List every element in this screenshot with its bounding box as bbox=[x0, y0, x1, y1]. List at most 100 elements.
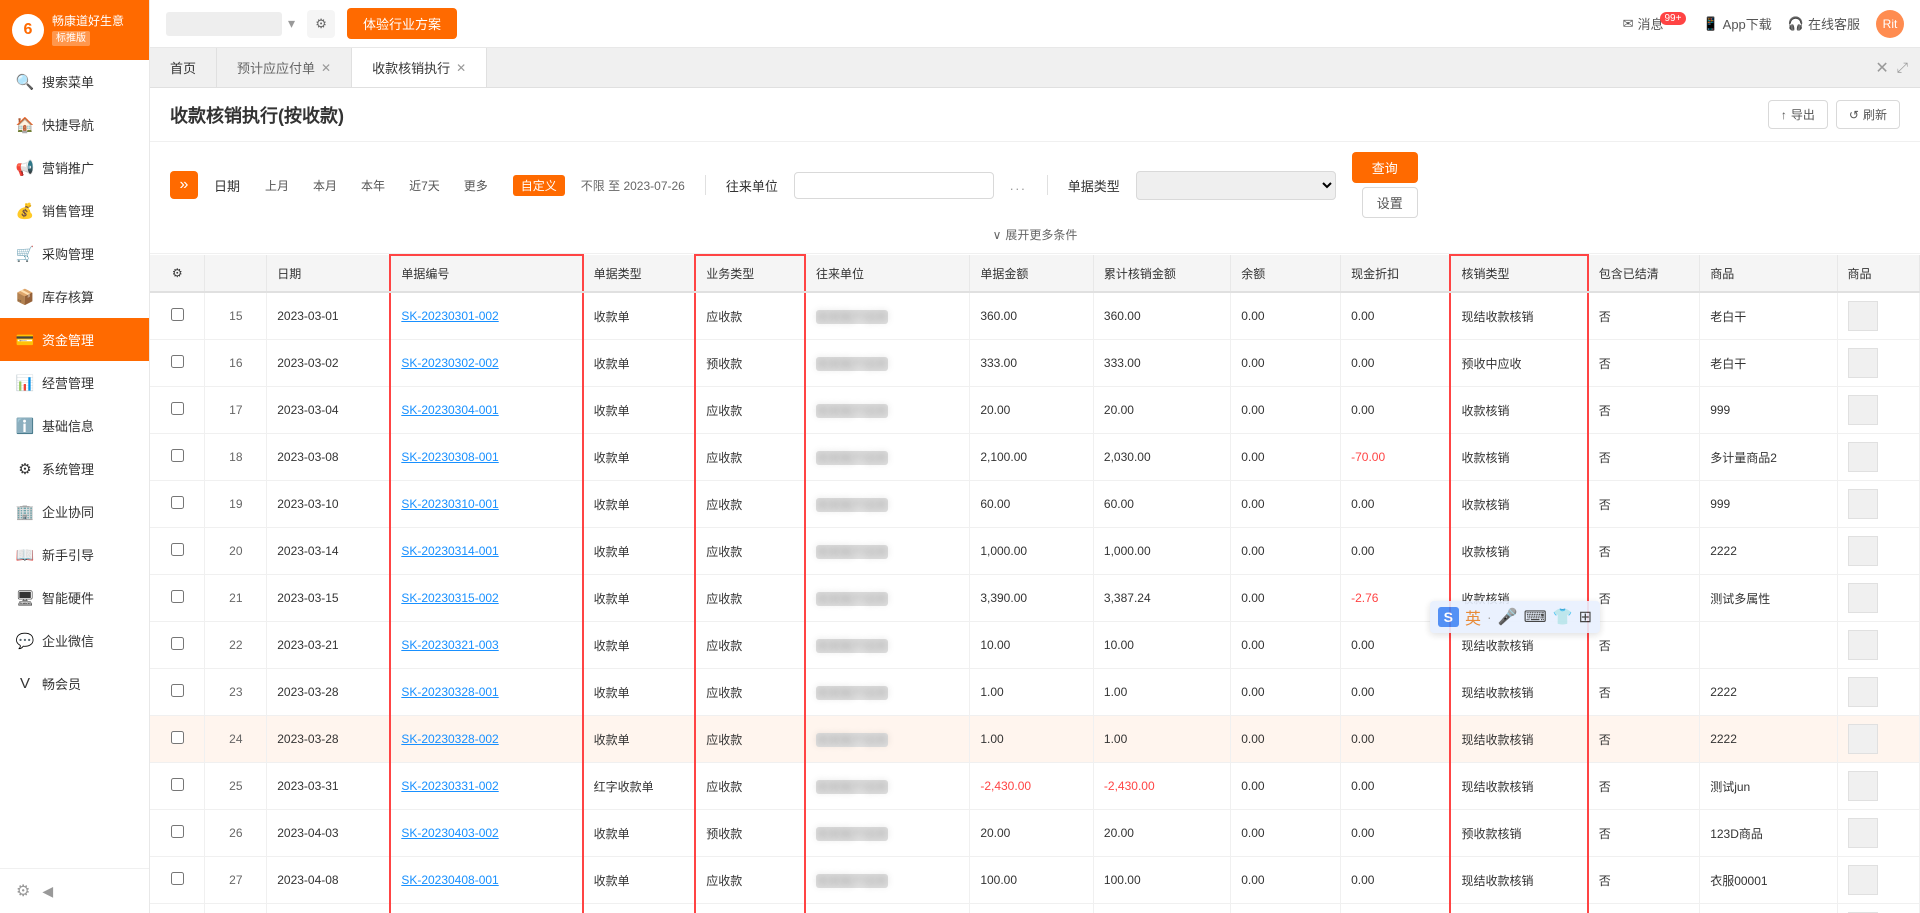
row-checkbox[interactable] bbox=[171, 590, 184, 603]
sidebar-item-system[interactable]: ⚙系统管理 bbox=[0, 447, 149, 490]
doc-no-cell[interactable]: SK-20230408-001 bbox=[390, 857, 582, 904]
filter-toggle-btn[interactable]: » bbox=[170, 171, 198, 199]
sidebar-item-marketing[interactable]: 📢营销推广 bbox=[0, 146, 149, 189]
tab-collection[interactable]: 收款核销执行✕ bbox=[352, 48, 487, 87]
row-checkbox[interactable] bbox=[171, 449, 184, 462]
row-checkbox[interactable] bbox=[171, 872, 184, 885]
date-option-本年[interactable]: 本年 bbox=[352, 173, 394, 198]
sidebar-item-hardware[interactable]: 🖥智能硬件 bbox=[0, 576, 149, 619]
row-settings[interactable] bbox=[150, 481, 205, 528]
table-row[interactable]: 222023-03-21SK-20230321-003收款单应收款某某客户名称1… bbox=[150, 622, 1920, 669]
table-row[interactable]: 242023-03-28SK-20230328-002收款单应收款某某客户名称1… bbox=[150, 716, 1920, 763]
doc-no-link[interactable]: SK-20230301-002 bbox=[401, 309, 498, 323]
row-settings[interactable] bbox=[150, 575, 205, 622]
date-option-本月[interactable]: 本月 bbox=[304, 173, 346, 198]
gear-button[interactable]: ⚙ bbox=[307, 10, 335, 38]
doc-no-link[interactable]: SK-20230408-001 bbox=[401, 873, 498, 887]
date-option-近7天[interactable]: 近7天 bbox=[400, 173, 449, 198]
doc-no-cell[interactable]: SK-20230328-001 bbox=[390, 669, 582, 716]
expand-conditions-btn[interactable]: ∨ 展开更多条件 bbox=[993, 226, 1078, 243]
dropdown-arrow[interactable]: ▾ bbox=[288, 15, 295, 32]
table-settings-icon[interactable]: ⚙ bbox=[172, 266, 183, 280]
more-filters-dots[interactable]: ... bbox=[1010, 178, 1027, 193]
workspace-selector[interactable]: ▾ bbox=[166, 12, 295, 36]
tab-prepay[interactable]: 预计应应付单✕ bbox=[217, 48, 352, 87]
sidebar-item-finance[interactable]: 💳资金管理 bbox=[0, 318, 149, 361]
table-row[interactable]: 262023-04-03SK-20230403-002收款单预收款某某客户名称2… bbox=[150, 810, 1920, 857]
sidebar-item-guide[interactable]: 📖新手引导 bbox=[0, 533, 149, 576]
sidebar-item-nav[interactable]: 🏠快捷导航 bbox=[0, 103, 149, 146]
row-settings[interactable] bbox=[150, 810, 205, 857]
counterparty-input[interactable] bbox=[794, 172, 994, 199]
row-checkbox[interactable] bbox=[171, 778, 184, 791]
refresh-btn[interactable]: ↺ 刷新 bbox=[1836, 100, 1900, 129]
table-row[interactable]: 252023-03-31SK-20230331-002红字收款单应收款某某客户名… bbox=[150, 763, 1920, 810]
row-checkbox[interactable] bbox=[171, 637, 184, 650]
doc-no-link[interactable]: SK-20230328-002 bbox=[401, 732, 498, 746]
row-checkbox[interactable] bbox=[171, 825, 184, 838]
tab-home[interactable]: 首页 bbox=[150, 48, 217, 87]
row-settings[interactable] bbox=[150, 292, 205, 340]
table-row[interactable]: 232023-03-28SK-20230328-001收款单应收款某某客户名称1… bbox=[150, 669, 1920, 716]
doc-no-cell[interactable]: SK-20230314-001 bbox=[390, 528, 582, 575]
doc-no-link[interactable]: SK-20230308-001 bbox=[401, 450, 498, 464]
export-btn[interactable]: ↑ 导出 bbox=[1768, 100, 1828, 129]
app-download-btn[interactable]: 📱 App下载 bbox=[1702, 14, 1771, 33]
row-settings[interactable] bbox=[150, 340, 205, 387]
doc-no-cell[interactable]: SK-20230310-001 bbox=[390, 481, 582, 528]
row-settings[interactable] bbox=[150, 434, 205, 481]
date-option-上月[interactable]: 上月 bbox=[256, 173, 298, 198]
sidebar-item-search[interactable]: 🔍搜索菜单 bbox=[0, 60, 149, 103]
settings-icon[interactable]: ⚙ bbox=[16, 881, 30, 901]
row-settings[interactable] bbox=[150, 716, 205, 763]
row-checkbox[interactable] bbox=[171, 731, 184, 744]
row-settings[interactable] bbox=[150, 763, 205, 810]
col-settings[interactable]: ⚙ bbox=[150, 255, 205, 292]
row-settings[interactable] bbox=[150, 622, 205, 669]
row-checkbox[interactable] bbox=[171, 543, 184, 556]
row-settings[interactable] bbox=[150, 857, 205, 904]
row-checkbox[interactable] bbox=[171, 402, 184, 415]
table-row[interactable]: 182023-03-08SK-20230308-001收款单应收款某某客户名称2… bbox=[150, 434, 1920, 481]
doc-no-link[interactable]: SK-20230310-001 bbox=[401, 497, 498, 511]
table-row[interactable]: 152023-03-01SK-20230301-002收款单应收款某某客户名称3… bbox=[150, 292, 1920, 340]
doc-no-cell[interactable]: SK-20230301-002 bbox=[390, 292, 582, 340]
doc-no-cell[interactable]: SK-20230315-002 bbox=[390, 575, 582, 622]
doc-no-link[interactable]: SK-20230302-002 bbox=[401, 356, 498, 370]
industry-btn[interactable]: 体验行业方案 bbox=[347, 8, 457, 39]
row-settings[interactable] bbox=[150, 387, 205, 434]
doc-no-cell[interactable]: SK-20230331-002 bbox=[390, 763, 582, 810]
table-row[interactable]: 212023-03-15SK-20230315-002收款单应收款某某客户名称3… bbox=[150, 575, 1920, 622]
row-checkbox[interactable] bbox=[171, 355, 184, 368]
table-row[interactable]: 192023-03-10SK-20230310-001收款单应收款某某客户名称6… bbox=[150, 481, 1920, 528]
close-tab-icon[interactable]: ✕ bbox=[1875, 58, 1888, 78]
sidebar-item-inventory[interactable]: 📦库存核算 bbox=[0, 275, 149, 318]
table-row[interactable]: 162023-03-02SK-20230302-002收款单预收款某某客户名称3… bbox=[150, 340, 1920, 387]
date-custom-btn[interactable]: 自定义 bbox=[513, 175, 565, 196]
sidebar-item-corp[interactable]: 🏢企业协同 bbox=[0, 490, 149, 533]
row-checkbox[interactable] bbox=[171, 308, 184, 321]
doc-no-cell[interactable]: SK-20230304-001 bbox=[390, 387, 582, 434]
collapse-icon[interactable]: ◀ bbox=[42, 883, 53, 900]
tab-close-collection[interactable]: ✕ bbox=[456, 61, 466, 75]
query-btn[interactable]: 查询 bbox=[1352, 152, 1418, 183]
online-service-btn[interactable]: 🎧 在线客服 bbox=[1788, 14, 1860, 33]
doc-no-cell[interactable]: SK-20230308-001 bbox=[390, 434, 582, 481]
filter-settings-btn[interactable]: 设置 bbox=[1362, 187, 1418, 218]
doc-no-cell[interactable]: SK-20230403-002 bbox=[390, 810, 582, 857]
sidebar-item-purchase[interactable]: 🛒采购管理 bbox=[0, 232, 149, 275]
doc-no-link[interactable]: SK-20230328-001 bbox=[401, 685, 498, 699]
doc-no-link[interactable]: SK-20230315-002 bbox=[401, 591, 498, 605]
row-settings[interactable] bbox=[150, 904, 205, 913]
sidebar-item-basic[interactable]: ℹ️基础信息 bbox=[0, 404, 149, 447]
doc-no-link[interactable]: SK-20230314-001 bbox=[401, 544, 498, 558]
doc-no-link[interactable]: SK-20230331-002 bbox=[401, 779, 498, 793]
doc-no-cell[interactable]: SK-20230302-002 bbox=[390, 340, 582, 387]
table-row[interactable]: 202023-03-14SK-20230314-001收款单应收款某某客户名称1… bbox=[150, 528, 1920, 575]
doc-no-link[interactable]: SK-20230403-002 bbox=[401, 826, 498, 840]
doc-no-link[interactable]: SK-20230304-001 bbox=[401, 403, 498, 417]
sidebar-item-member[interactable]: V畅会员 bbox=[0, 662, 149, 705]
tab-close-prepay[interactable]: ✕ bbox=[321, 61, 331, 75]
row-checkbox[interactable] bbox=[171, 684, 184, 697]
user-avatar[interactable]: Rit bbox=[1876, 10, 1904, 38]
